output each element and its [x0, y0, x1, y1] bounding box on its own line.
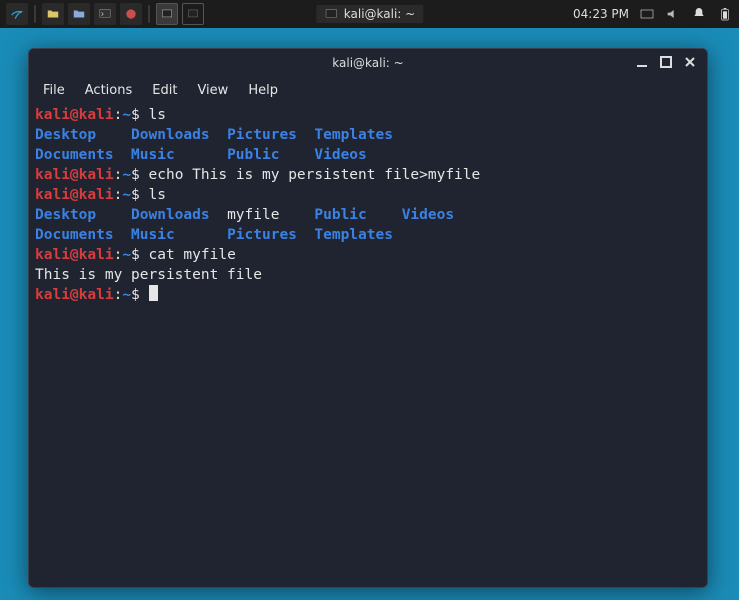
- terminal-line: Documents Music Public Videos: [35, 145, 701, 165]
- window-controls: [633, 53, 699, 71]
- taskbar-right: 04:23 PM: [573, 6, 733, 22]
- taskbar-app-entry[interactable]: kali@kali: ~: [316, 5, 423, 23]
- terminal-line: kali@kali:~$: [35, 285, 701, 305]
- taskbar: kali@kali: ~ 04:23 PM: [0, 0, 739, 28]
- terminal-launcher-icon[interactable]: [94, 3, 116, 25]
- volume-icon[interactable]: [665, 6, 681, 22]
- browser-launcher-icon[interactable]: [120, 3, 142, 25]
- terminal-line: Desktop Downloads myfile Public Videos: [35, 205, 701, 225]
- taskbar-center: kali@kali: ~: [316, 5, 423, 23]
- menu-actions[interactable]: Actions: [85, 83, 133, 98]
- taskbar-divider: [34, 5, 36, 23]
- terminal-line: kali@kali:~$ cat myfile: [35, 245, 701, 265]
- terminal-menubar: File Actions Edit View Help: [29, 77, 707, 103]
- taskbar-clock[interactable]: 04:23 PM: [573, 7, 629, 21]
- terminal-body[interactable]: kali@kali:~$ lsDesktop Downloads Picture…: [29, 103, 707, 587]
- window-titlebar[interactable]: kali@kali: ~: [29, 49, 707, 77]
- taskbar-app-label: kali@kali: ~: [344, 7, 415, 21]
- terminal-line: Desktop Downloads Pictures Templates: [35, 125, 701, 145]
- maximize-button[interactable]: [657, 53, 675, 71]
- window-title: kali@kali: ~: [332, 56, 403, 70]
- taskbar-window-button[interactable]: [182, 3, 204, 25]
- terminal-icon: [324, 7, 338, 21]
- workspace-switcher-icon[interactable]: [639, 6, 655, 22]
- taskbar-left: [6, 3, 204, 25]
- file-manager-alt-icon[interactable]: [68, 3, 90, 25]
- taskbar-window-button-active[interactable]: [156, 3, 178, 25]
- taskbar-divider: [148, 5, 150, 23]
- menu-view[interactable]: View: [197, 83, 228, 98]
- terminal-window: kali@kali: ~ File Actions Edit View Help…: [28, 48, 708, 588]
- terminal-line: kali@kali:~$ echo This is my persistent …: [35, 165, 701, 185]
- menu-help[interactable]: Help: [248, 83, 278, 98]
- kali-menu-icon[interactable]: [6, 3, 28, 25]
- cursor: [149, 285, 158, 301]
- close-button[interactable]: [681, 53, 699, 71]
- file-manager-icon[interactable]: [42, 3, 64, 25]
- terminal-line: Documents Music Pictures Templates: [35, 225, 701, 245]
- menu-file[interactable]: File: [43, 83, 65, 98]
- notification-bell-icon[interactable]: [691, 6, 707, 22]
- battery-icon[interactable]: [717, 6, 733, 22]
- minimize-button[interactable]: [633, 53, 651, 71]
- terminal-line: kali@kali:~$ ls: [35, 105, 701, 125]
- terminal-line: kali@kali:~$ ls: [35, 185, 701, 205]
- terminal-line: This is my persistent file: [35, 265, 701, 285]
- menu-edit[interactable]: Edit: [152, 83, 177, 98]
